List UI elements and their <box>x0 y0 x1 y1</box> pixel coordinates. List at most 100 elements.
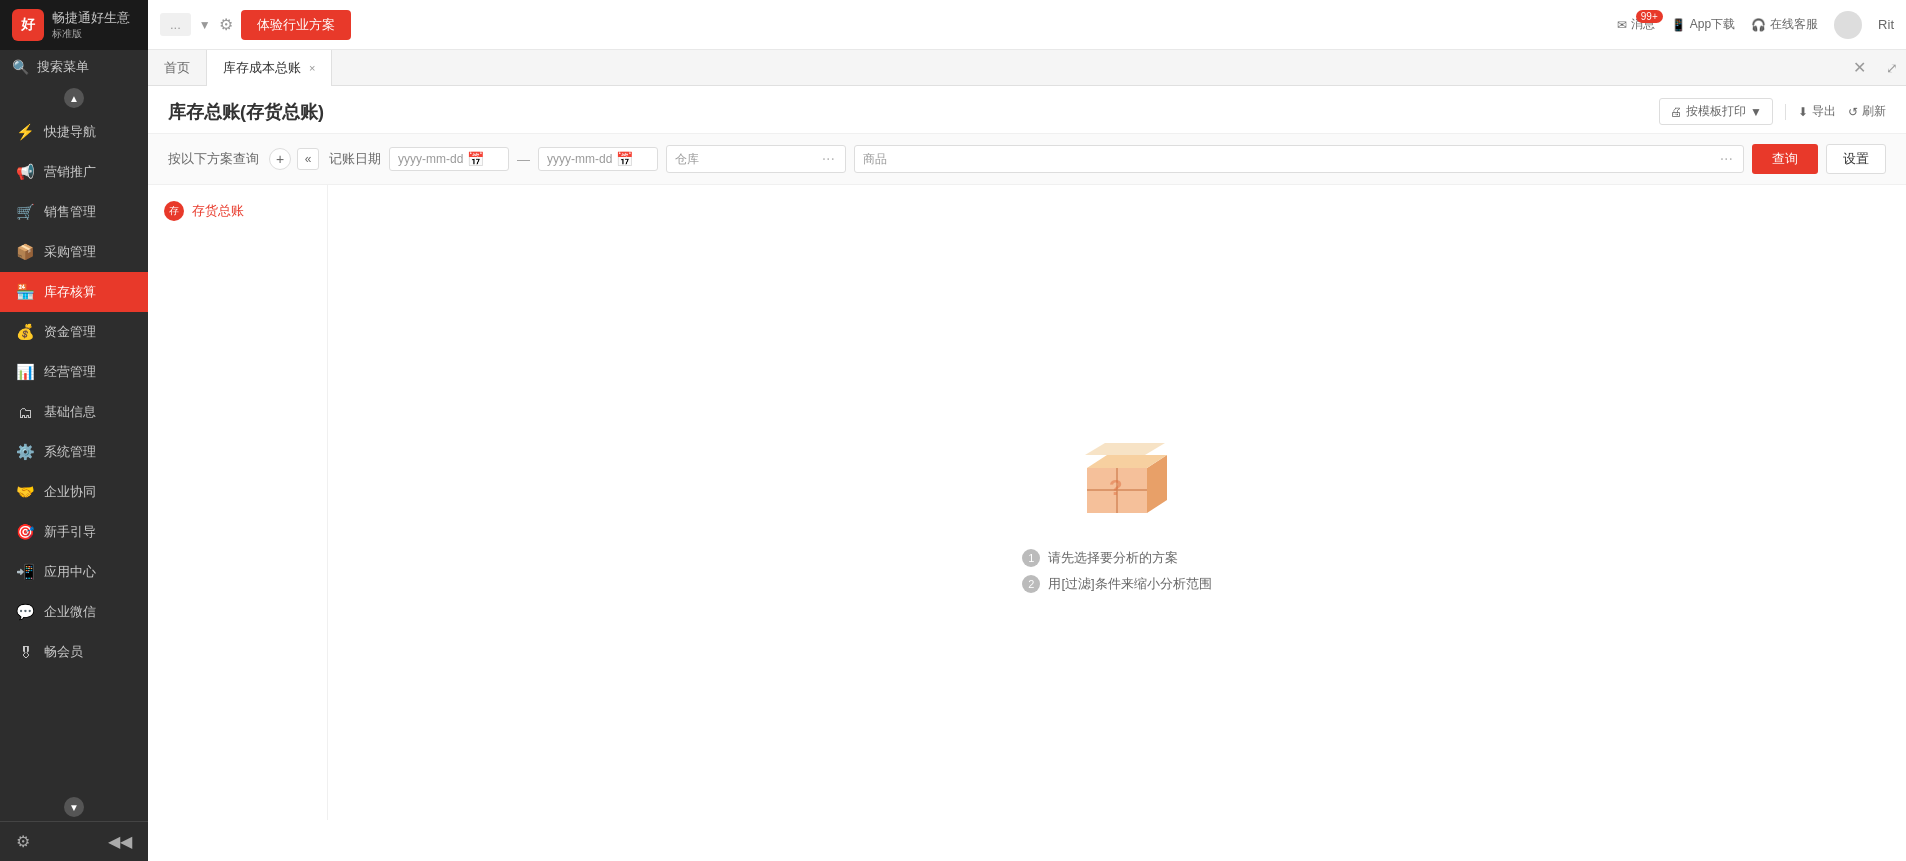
filter-collapse-button[interactable]: « <box>297 148 319 170</box>
page-header: 库存总账(存货总账) 🖨 按模板打印 ▼ ⬇ 导出 ↺ 刷新 <box>148 86 1906 134</box>
sidebar-item-operation[interactable]: 📊 经营管理 <box>0 352 148 392</box>
sidebar-item-sales[interactable]: 🛒 销售管理 <box>0 192 148 232</box>
online-service-button[interactable]: 🎧 在线客服 <box>1751 16 1818 33</box>
goods-more-icon[interactable]: ··· <box>1718 150 1735 168</box>
sidebar-item-finance[interactable]: 💰 资金管理 <box>0 312 148 352</box>
date-start-input[interactable]: yyyy-mm-dd 📅 <box>389 147 509 171</box>
sidebar-item-label: 快捷导航 <box>44 123 96 141</box>
app-download-button[interactable]: 📱 App下载 <box>1671 16 1735 33</box>
divider <box>1785 104 1786 120</box>
tab-inventory-cost[interactable]: 库存成本总账 × <box>207 50 332 86</box>
content-with-scheme: 存 存货总账 <box>148 185 1906 820</box>
sidebar-item-marketing[interactable]: 📢 营销推广 <box>0 152 148 192</box>
print-dropdown-icon[interactable]: ▼ <box>1750 105 1762 119</box>
tab-home[interactable]: 首页 <box>148 50 207 86</box>
tip-text-1: 请先选择要分析的方案 <box>1048 549 1178 567</box>
scroll-up-btn[interactable]: ▲ <box>64 88 84 108</box>
sidebar-item-label: 采购管理 <box>44 243 96 261</box>
system-icon: ⚙️ <box>16 443 34 461</box>
phone-icon: 📱 <box>1671 18 1686 32</box>
empty-tips: 1 请先选择要分析的方案 2 用[过滤]条件来缩小分析范围 <box>1022 549 1211 593</box>
empty-tip-2: 2 用[过滤]条件来缩小分析范围 <box>1022 575 1211 593</box>
operation-icon: 📊 <box>16 363 34 381</box>
sidebar-item-label: 企业协同 <box>44 483 96 501</box>
filter-label: 按以下方案查询 <box>168 150 259 168</box>
tab-close-icon[interactable]: × <box>309 62 315 74</box>
settings-button[interactable]: 设置 <box>1826 144 1886 174</box>
export-button[interactable]: ⬇ 导出 <box>1798 103 1836 120</box>
sidebar: 好 畅捷通好生意 标准版 🔍 搜索菜单 ▲ ⚡ 快捷导航 📢 营销推广 🛒 销售… <box>0 0 148 861</box>
print-icon: 🖨 <box>1670 105 1682 119</box>
sidebar-item-enterprise[interactable]: 🤝 企业协同 <box>0 472 148 512</box>
member-icon: 🎖 <box>16 643 34 661</box>
industry-button[interactable]: 体验行业方案 <box>241 10 351 40</box>
date-end-placeholder: yyyy-mm-dd <box>547 152 612 166</box>
calendar-end-icon[interactable]: 📅 <box>616 151 633 167</box>
calendar-start-icon[interactable]: 📅 <box>467 151 484 167</box>
tab-panel-close-button[interactable]: ✕ <box>1841 58 1878 77</box>
export-label: 导出 <box>1812 103 1836 120</box>
filter-bar: 按以下方案查询 + « 记账日期 yyyy-mm-dd 📅 — yyyy-mm-… <box>148 134 1906 185</box>
sidebar-item-quick-nav[interactable]: ⚡ 快捷导航 <box>0 112 148 152</box>
quick-nav-icon: ⚡ <box>16 123 34 141</box>
topbar-gear-icon[interactable]: ⚙ <box>219 15 233 34</box>
warehouse-placeholder: 仓库 <box>675 151 699 168</box>
refresh-icon: ↺ <box>1848 105 1858 119</box>
page-header-actions: 🖨 按模板打印 ▼ ⬇ 导出 ↺ 刷新 <box>1659 98 1886 125</box>
tab-expand-icon[interactable]: ⤢ <box>1878 60 1906 76</box>
export-icon: ⬇ <box>1798 105 1808 119</box>
warehouse-filter[interactable]: 仓库 ··· <box>666 145 846 173</box>
app-download-label: App下载 <box>1690 16 1735 33</box>
filter-inputs: 记账日期 yyyy-mm-dd 📅 — yyyy-mm-dd 📅 仓库 ··· … <box>329 144 1886 174</box>
empty-illustration: ? <box>1057 413 1177 533</box>
guide-icon: 🎯 <box>16 523 34 541</box>
sidebar-item-purchase[interactable]: 📦 采购管理 <box>0 232 148 272</box>
user-name: Rit <box>1878 17 1894 32</box>
settings-bottom-icon[interactable]: ⚙ <box>16 832 30 851</box>
print-button[interactable]: 🖨 按模板打印 ▼ <box>1659 98 1773 125</box>
collapse-icon[interactable]: ◀◀ <box>108 832 132 851</box>
sidebar-item-label: 应用中心 <box>44 563 96 581</box>
sidebar-item-label: 资金管理 <box>44 323 96 341</box>
logo-sub-text: 标准版 <box>52 27 130 41</box>
sidebar-item-label: 营销推广 <box>44 163 96 181</box>
date-end-input[interactable]: yyyy-mm-dd 📅 <box>538 147 658 171</box>
basic-icon: 🗂 <box>16 403 34 421</box>
sidebar-item-member[interactable]: 🎖 畅会员 <box>0 632 148 672</box>
tab-inventory-label: 库存成本总账 <box>223 59 301 77</box>
filter-add-button[interactable]: + <box>269 148 291 170</box>
breadcrumb-dropdown-icon[interactable]: ▼ <box>199 18 211 32</box>
sidebar-item-basic[interactable]: 🗂 基础信息 <box>0 392 148 432</box>
scheme-icon: 存 <box>164 201 184 221</box>
sidebar-item-inventory[interactable]: 🏪 库存核算 <box>0 272 148 312</box>
query-button[interactable]: 查询 <box>1752 144 1818 174</box>
refresh-button[interactable]: ↺ 刷新 <box>1848 103 1886 120</box>
sidebar-item-label: 销售管理 <box>44 203 96 221</box>
message-button[interactable]: ✉ 消息 99+ <box>1617 16 1655 33</box>
scheme-label: 存货总账 <box>192 202 244 220</box>
sidebar-item-system[interactable]: ⚙️ 系统管理 <box>0 432 148 472</box>
tab-home-label: 首页 <box>164 59 190 77</box>
date-separator: — <box>517 152 530 167</box>
warehouse-more-icon[interactable]: ··· <box>820 150 837 168</box>
sidebar-search[interactable]: 🔍 搜索菜单 <box>0 50 148 84</box>
marketing-icon: 📢 <box>16 163 34 181</box>
page-content: 库存总账(存货总账) 🖨 按模板打印 ▼ ⬇ 导出 ↺ 刷新 <box>148 86 1906 861</box>
scroll-up-arrow[interactable]: ▲ <box>0 84 148 112</box>
sidebar-menu: ⚡ 快捷导航 📢 营销推广 🛒 销售管理 📦 采购管理 🏪 库存核算 💰 资金管… <box>0 112 148 793</box>
scheme-item-stock-ledger[interactable]: 存 存货总账 <box>148 193 327 229</box>
purchase-icon: 📦 <box>16 243 34 261</box>
online-service-label: 在线客服 <box>1770 16 1818 33</box>
sidebar-bottom: ⚙ ◀◀ <box>0 821 148 861</box>
goods-filter[interactable]: 商品 ··· <box>854 145 1744 173</box>
scroll-down-arrow[interactable]: ▼ <box>0 793 148 821</box>
sidebar-item-app-center[interactable]: 📲 应用中心 <box>0 552 148 592</box>
breadcrumb: ... <box>160 13 191 36</box>
sidebar-item-guide[interactable]: 🎯 新手引导 <box>0 512 148 552</box>
user-avatar[interactable] <box>1834 11 1862 39</box>
search-label: 搜索菜单 <box>37 58 89 76</box>
sidebar-item-wechat[interactable]: 💬 企业微信 <box>0 592 148 632</box>
finance-icon: 💰 <box>16 323 34 341</box>
message-badge: 99+ <box>1636 10 1663 23</box>
scroll-down-btn[interactable]: ▼ <box>64 797 84 817</box>
